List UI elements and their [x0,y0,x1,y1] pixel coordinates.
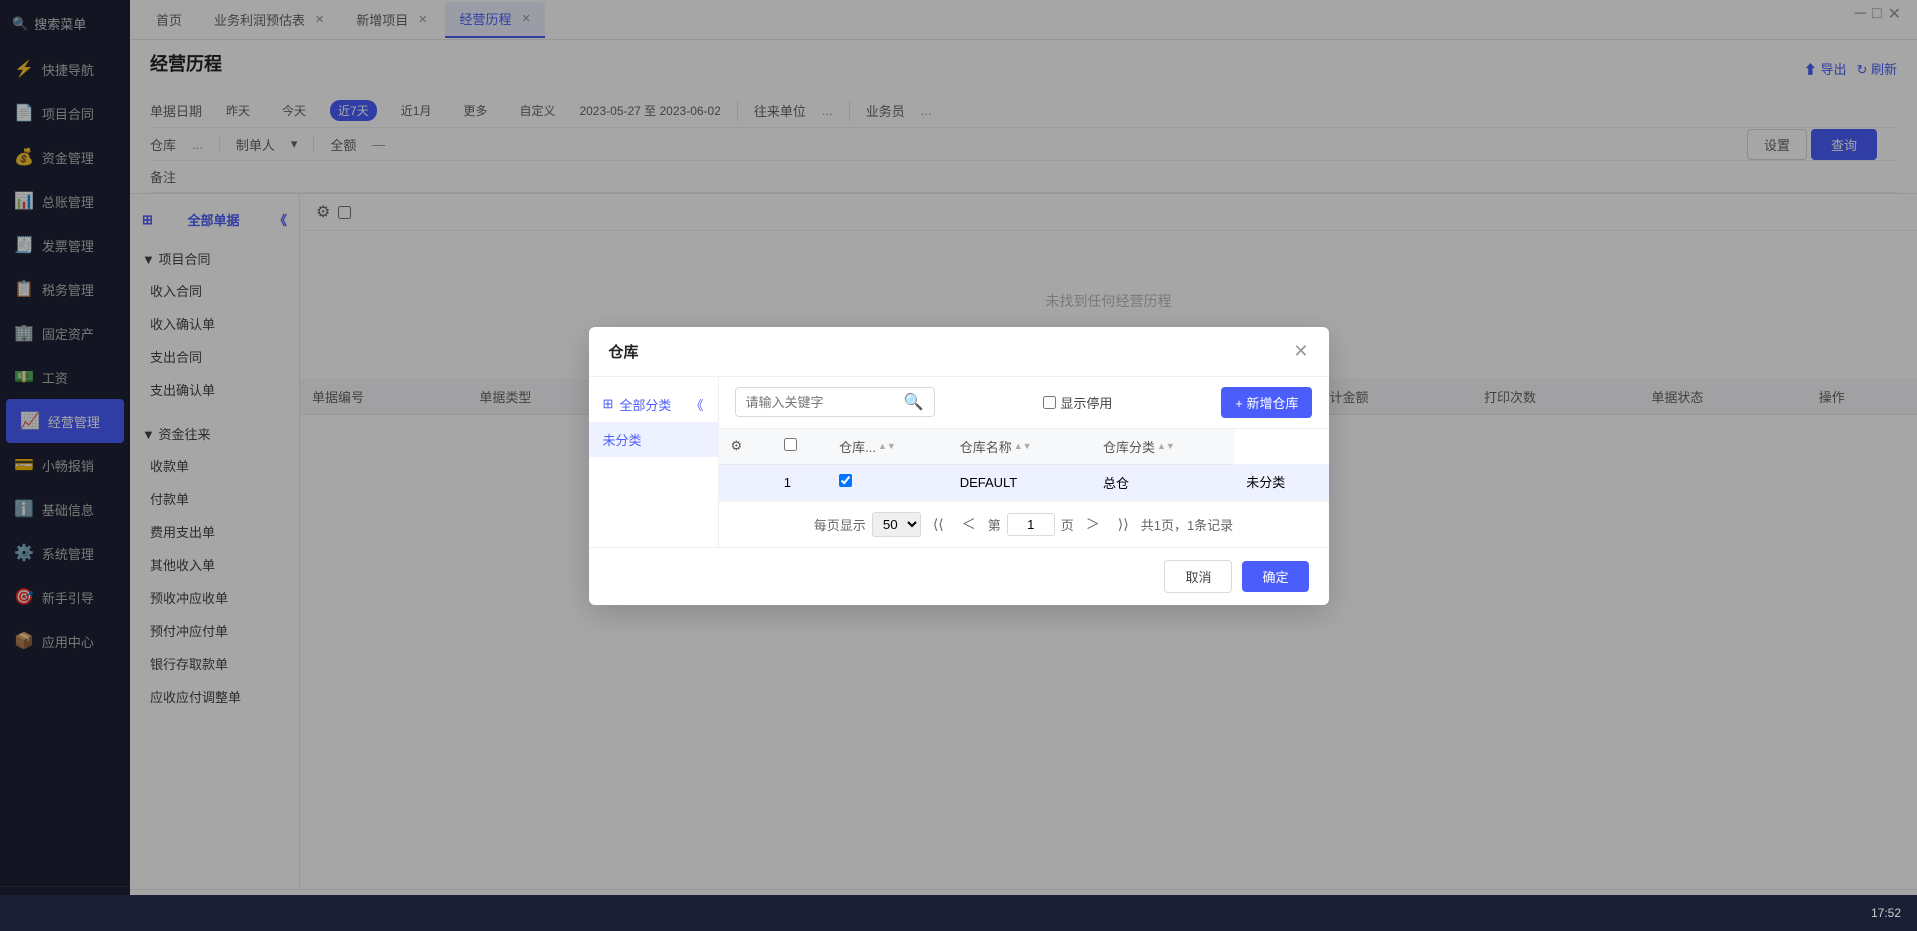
row-code: DEFAULT [948,464,1091,500]
modal-prev-btn[interactable]: ＜ [956,512,982,536]
row-checkbox-cell[interactable] [827,464,948,500]
th-settings[interactable]: ⚙ [719,429,772,465]
modal-search-box[interactable]: 🔍 [735,387,935,417]
modal-left-all-btn[interactable]: ⊞ 全部分类 《 [589,387,718,422]
show-disabled-checkbox-label[interactable]: 显示停用 [1043,393,1112,412]
row-category: 未分类 [1234,464,1328,500]
th-warehouse-name: 仓库名称 ▲▼ [948,429,1091,465]
th-warehouse-category: 仓库分类 ▲▼ [1091,429,1234,465]
show-disabled-label: 显示停用 [1060,393,1112,412]
row-checkbox[interactable] [839,474,852,487]
modal-pagination: 每页显示 50 ⟨⟨ ＜ 第 页 ＞ ⟩⟩ 共1页，1条记录 [719,501,1329,547]
modal-toolbar: 🔍 显示停用 + 新增仓库 [719,377,1329,429]
taskbar: 17:52 [0,895,1917,931]
modal-table-area: ⚙ 仓库... ▲▼ 仓库名称 [719,429,1329,501]
sort-icon[interactable]: ▲▼ [1014,442,1032,451]
taskbar-time: 17:52 [1871,906,1901,920]
modal-page-input[interactable] [1007,513,1055,536]
modal-next-btn[interactable]: ＞ [1080,512,1106,536]
grid-icon: ⊞ [603,396,614,412]
modal-page-label: 第 [988,515,1001,534]
modal-overlay[interactable]: 仓库 ✕ ⊞ 全部分类 《 未分类 [0,0,1917,931]
modal-header: 仓库 ✕ [589,327,1329,377]
select-all-modal[interactable] [784,438,797,451]
search-icon: 🔍 [904,392,924,412]
all-category-label: 全部分类 [619,395,671,414]
table-row[interactable]: 1 DEFAULT 总仓 未分类 [719,464,1329,500]
modal-page-suffix: 页 [1061,515,1074,534]
modal-footer: 取消 确定 [589,547,1329,605]
cancel-btn[interactable]: 取消 [1164,560,1232,593]
unclassified-item[interactable]: 未分类 [589,422,718,457]
row-settings [719,464,772,500]
add-warehouse-btn[interactable]: + 新增仓库 [1221,387,1312,418]
modal-total-label: 共1页，1条记录 [1141,515,1233,534]
th-warehouse-code: 仓库... ▲▼ [827,429,948,465]
modal-last-btn[interactable]: ⟩⟩ [1112,514,1135,535]
modal-search-input[interactable] [746,395,898,410]
row-name: 总仓 [1091,464,1234,500]
show-disabled-checkbox[interactable] [1043,396,1056,409]
sort-icon[interactable]: ▲▼ [1157,442,1175,451]
row-num: 1 [772,464,827,500]
th-checkbox[interactable] [772,429,827,465]
modal-first-btn[interactable]: ⟨⟨ [927,514,950,535]
per-page-label: 每页显示 [814,515,866,534]
modal-collapse-btn[interactable]: 《 [690,395,703,414]
modal-right-panel: 🔍 显示停用 + 新增仓库 ⚙ [719,377,1329,547]
modal-left-scroll[interactable]: 未分类 [589,422,718,537]
sort-icon[interactable]: ▲▼ [878,442,896,451]
modal-per-page-select[interactable]: 50 [872,512,921,537]
modal-close-btn[interactable]: ✕ [1293,341,1308,362]
confirm-btn[interactable]: 确定 [1242,561,1308,592]
modal-left-panel: ⊞ 全部分类 《 未分类 [589,377,719,547]
modal-body: ⊞ 全部分类 《 未分类 🔍 显示停用 [589,377,1329,547]
warehouse-modal: 仓库 ✕ ⊞ 全部分类 《 未分类 [589,327,1329,605]
warehouse-table: ⚙ 仓库... ▲▼ 仓库名称 [719,429,1329,501]
modal-title: 仓库 [609,341,639,362]
